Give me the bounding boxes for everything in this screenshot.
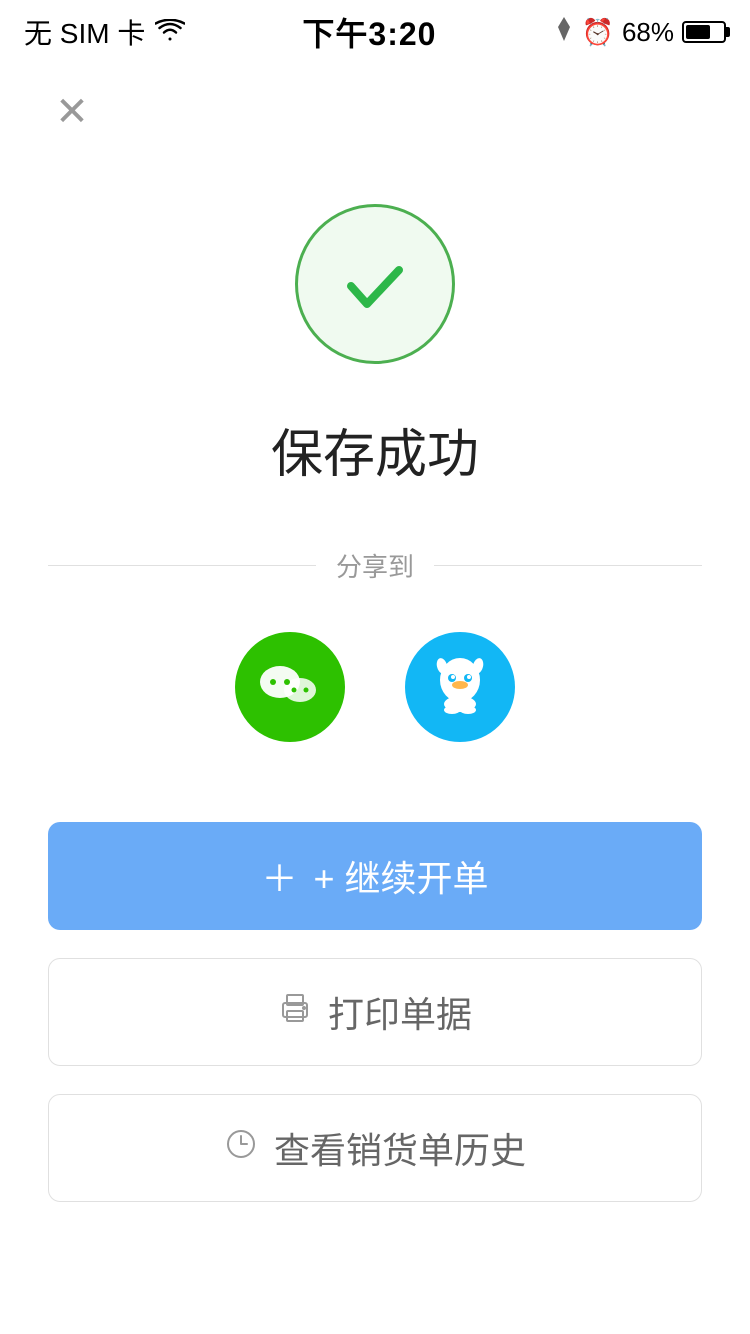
alarm-icon: ⏰ <box>582 17 614 48</box>
action-buttons: ＋ + 继续开单 打印单据 查看销货单历 <box>48 822 702 1202</box>
battery-icon <box>682 21 726 43</box>
main-content: ✕ 保存成功 分享到 <box>0 64 750 1202</box>
print-button[interactable]: 打印单据 <box>48 958 702 1066</box>
print-icon <box>278 991 312 1034</box>
history-button[interactable]: 查看销货单历史 <box>48 1094 702 1202</box>
close-button[interactable]: ✕ <box>40 80 104 144</box>
divider-right <box>434 565 702 566</box>
checkmark-icon <box>335 244 415 324</box>
share-icons-row <box>235 632 515 742</box>
status-time: 下午3:20 <box>302 9 436 55</box>
print-button-label: 打印单据 <box>328 986 472 1038</box>
status-bar: 无 SIM 卡 下午3:20 ⏰ 68% <box>0 0 750 64</box>
qq-icon <box>430 652 490 722</box>
close-icon: ✕ <box>55 92 89 132</box>
wifi-icon <box>155 16 185 48</box>
status-left: 无 SIM 卡 <box>24 12 185 52</box>
sim-label: 无 SIM 卡 <box>24 12 145 52</box>
continue-button-label: + 继续开单 <box>313 850 488 902</box>
success-icon-circle <box>295 204 455 364</box>
location-icon <box>554 17 574 48</box>
status-right: ⏰ 68% <box>554 17 726 48</box>
success-title: 保存成功 <box>271 412 479 487</box>
share-divider: 分享到 <box>48 547 702 584</box>
history-icon <box>224 1127 258 1170</box>
qq-share-button[interactable] <box>405 632 515 742</box>
wechat-share-button[interactable] <box>235 632 345 742</box>
battery-percent: 68% <box>622 17 674 48</box>
divider-left <box>48 565 316 566</box>
history-button-label: 查看销货单历史 <box>274 1122 526 1174</box>
plus-icon: ＋ <box>261 850 297 902</box>
wechat-icon <box>258 660 322 714</box>
share-label: 分享到 <box>336 547 414 584</box>
continue-button[interactable]: ＋ + 继续开单 <box>48 822 702 930</box>
